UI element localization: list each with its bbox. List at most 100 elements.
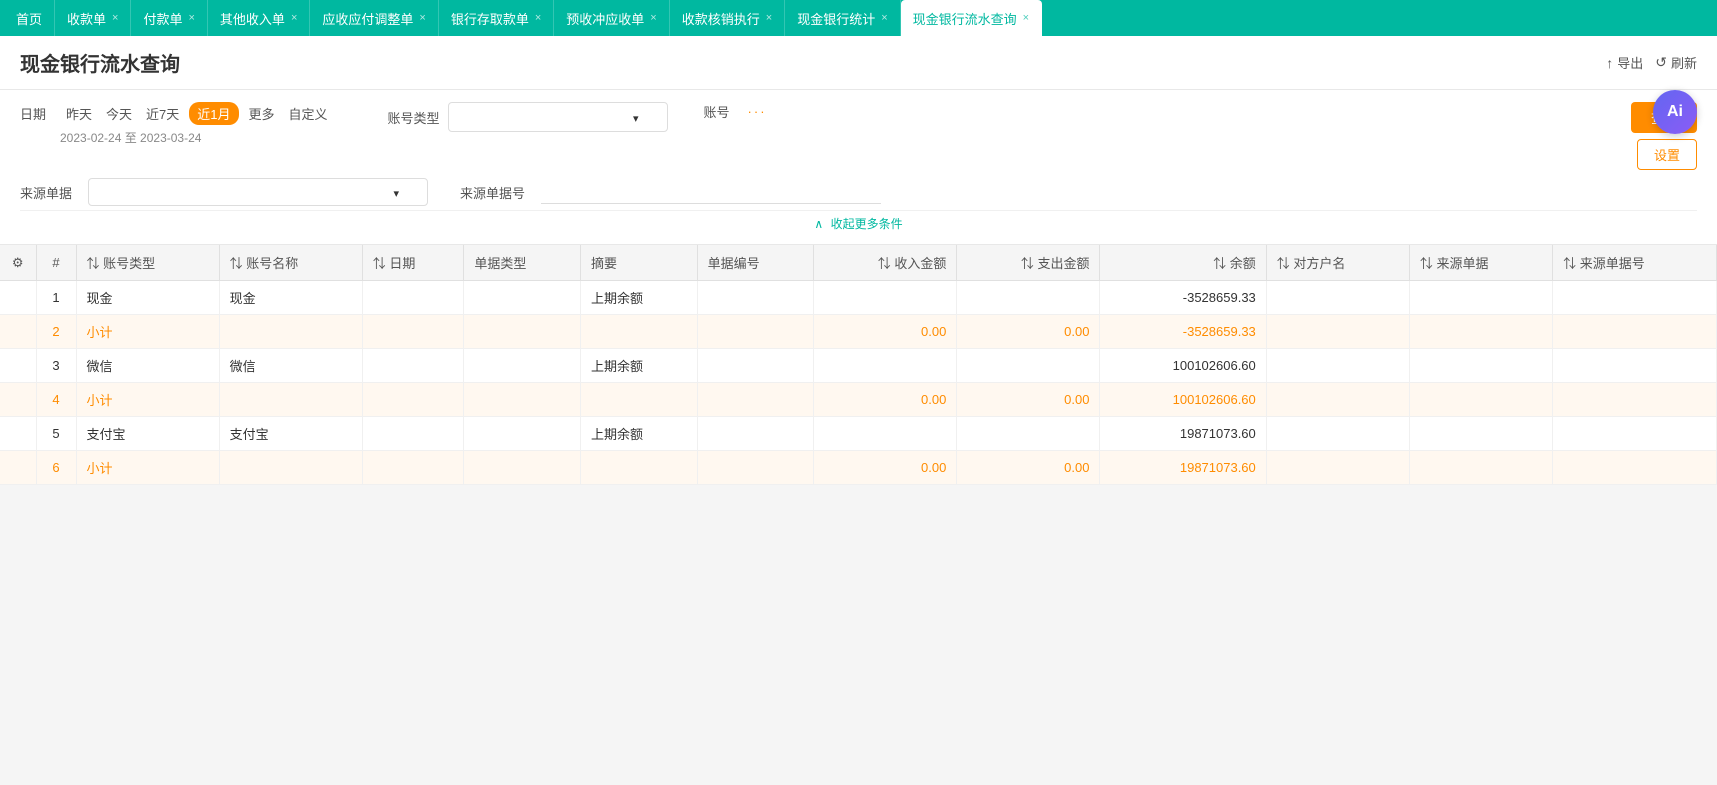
account-type-select[interactable] bbox=[448, 102, 668, 132]
nav-other-income-close[interactable]: × bbox=[291, 12, 297, 24]
table-row: 4小计0.000.00100102606.60 bbox=[0, 383, 1717, 417]
export-button[interactable]: ↑ 导出 bbox=[1606, 53, 1643, 72]
col-source-doc-no[interactable]: ⇅ 来源单据号 bbox=[1553, 245, 1717, 281]
col-no: # bbox=[36, 245, 76, 281]
data-table: ⚙ # ⇅ 账号类型 ⇅ 账号名称 ⇅ 日期 单据类型 摘要 单据编号 ⇅ 收入… bbox=[0, 245, 1717, 485]
cell-account-name: 现金 bbox=[219, 281, 362, 315]
cell-date bbox=[362, 451, 464, 485]
cell-counterparty bbox=[1266, 383, 1409, 417]
date-option-yesterday[interactable]: 昨天 bbox=[62, 102, 96, 125]
col-source-doc[interactable]: ⇅ 来源单据 bbox=[1409, 245, 1552, 281]
cell-source-doc-no bbox=[1553, 315, 1717, 349]
nav-receipt-close[interactable]: × bbox=[112, 12, 118, 24]
nav-receipt[interactable]: 收款单 × bbox=[55, 0, 131, 36]
col-account-type[interactable]: ⇅ 账号类型 bbox=[76, 245, 219, 281]
cell-summary bbox=[581, 315, 698, 349]
col-balance[interactable]: ⇅ 余额 bbox=[1100, 245, 1266, 281]
col-expense[interactable]: ⇅ 支出金额 bbox=[957, 245, 1100, 281]
nav-cash-stats[interactable]: 现金银行统计 × bbox=[785, 0, 900, 36]
col-counterparty[interactable]: ⇅ 对方户名 bbox=[1266, 245, 1409, 281]
col-doc-no: 单据编号 bbox=[697, 245, 814, 281]
col-settings[interactable]: ⚙ bbox=[0, 245, 36, 281]
date-option-7days[interactable]: 近7天 bbox=[142, 102, 183, 125]
export-icon: ↑ bbox=[1606, 55, 1613, 71]
cell-expense: 0.00 bbox=[957, 315, 1100, 349]
table-row: 5支付宝支付宝上期余额19871073.60 bbox=[0, 417, 1717, 451]
cell-summary: 上期余额 bbox=[581, 349, 698, 383]
cell-doc-type bbox=[464, 281, 581, 315]
ai-assistant-button[interactable]: Ai bbox=[1653, 90, 1697, 134]
collapse-filter-bar[interactable]: ∧ 收起更多条件 bbox=[20, 210, 1697, 236]
cell-balance: -3528659.33 bbox=[1100, 315, 1266, 349]
cell-source-doc bbox=[1409, 383, 1552, 417]
refresh-button[interactable]: ↺ 刷新 bbox=[1655, 53, 1697, 72]
date-range-display: 2023-02-24 至 2023-03-24 bbox=[60, 131, 201, 145]
cell-expense: 0.00 bbox=[957, 451, 1100, 485]
account-ellipsis[interactable]: ··· bbox=[748, 104, 767, 119]
source-doc-select[interactable] bbox=[88, 178, 428, 206]
date-option-1month[interactable]: 近1月 bbox=[189, 102, 238, 125]
nav-adjustment-close[interactable]: × bbox=[419, 12, 425, 24]
col-summary: 摘要 bbox=[581, 245, 698, 281]
nav-bank-deposit-label: 银行存取款单 bbox=[451, 9, 529, 28]
nav-cash-flow[interactable]: 现金银行流水查询 × bbox=[901, 0, 1042, 36]
cell-expense bbox=[957, 349, 1100, 383]
nav-home-label: 首页 bbox=[16, 9, 42, 28]
settings-button[interactable]: 设置 bbox=[1637, 139, 1697, 170]
nav-payment-close[interactable]: × bbox=[188, 12, 194, 24]
col-account-name[interactable]: ⇅ 账号名称 bbox=[219, 245, 362, 281]
cell-source-doc bbox=[1409, 349, 1552, 383]
cell-date bbox=[362, 349, 464, 383]
cell-income bbox=[814, 349, 957, 383]
cell-account-name bbox=[219, 451, 362, 485]
cell-no: 6 bbox=[36, 451, 76, 485]
cell-counterparty bbox=[1266, 417, 1409, 451]
nav-cash-flow-close[interactable]: × bbox=[1023, 12, 1029, 24]
nav-bank-deposit-close[interactable]: × bbox=[535, 12, 541, 24]
cell-no: 2 bbox=[36, 315, 76, 349]
refresh-icon: ↺ bbox=[1655, 54, 1667, 71]
col-income[interactable]: ⇅ 收入金额 bbox=[814, 245, 957, 281]
date-option-more[interactable]: 更多 bbox=[245, 102, 279, 125]
cell-account-name: 微信 bbox=[219, 349, 362, 383]
nav-verify-close[interactable]: × bbox=[766, 12, 772, 24]
cell-balance: 100102606.60 bbox=[1100, 349, 1266, 383]
date-option-today[interactable]: 今天 bbox=[102, 102, 136, 125]
cell-income bbox=[814, 417, 957, 451]
cell-counterparty bbox=[1266, 451, 1409, 485]
cell-doc-no bbox=[697, 281, 814, 315]
nav-other-income[interactable]: 其他收入单 × bbox=[208, 0, 310, 36]
cell-no: 3 bbox=[36, 349, 76, 383]
table-body: 1现金现金上期余额-3528659.332小计0.000.00-3528659.… bbox=[0, 281, 1717, 485]
cell-gear bbox=[0, 281, 36, 315]
nav-adjustment[interactable]: 应收应付调整单 × bbox=[310, 0, 438, 36]
source-doc-no-label: 来源单据号 bbox=[460, 183, 525, 202]
cell-income: 0.00 bbox=[814, 315, 957, 349]
nav-prepay[interactable]: 预收冲应收单 × bbox=[554, 0, 669, 36]
cell-doc-no bbox=[697, 315, 814, 349]
cell-doc-type bbox=[464, 451, 581, 485]
nav-verify[interactable]: 收款核销执行 × bbox=[670, 0, 785, 36]
cell-account-type: 小计 bbox=[76, 451, 219, 485]
cell-summary bbox=[581, 383, 698, 417]
top-navigation: 首页 收款单 × 付款单 × 其他收入单 × 应收应付调整单 × 银行存取款单 … bbox=[0, 0, 1717, 36]
col-date[interactable]: ⇅ 日期 bbox=[362, 245, 464, 281]
cell-expense bbox=[957, 281, 1100, 315]
nav-home[interactable]: 首页 bbox=[4, 0, 55, 36]
cell-date bbox=[362, 417, 464, 451]
source-doc-chevron bbox=[393, 185, 399, 200]
table-area: ⚙ # ⇅ 账号类型 ⇅ 账号名称 ⇅ 日期 单据类型 摘要 单据编号 ⇅ 收入… bbox=[0, 245, 1717, 485]
collapse-up-icon: ∧ bbox=[814, 217, 823, 231]
nav-payment[interactable]: 付款单 × bbox=[131, 0, 207, 36]
nav-cash-stats-close[interactable]: × bbox=[881, 12, 887, 24]
export-label: 导出 bbox=[1617, 53, 1643, 72]
source-doc-no-input[interactable] bbox=[541, 180, 881, 204]
date-option-custom[interactable]: 自定义 bbox=[285, 102, 332, 125]
collapse-label: 收起更多条件 bbox=[831, 217, 903, 231]
cell-income: 0.00 bbox=[814, 383, 957, 417]
nav-bank-deposit[interactable]: 银行存取款单 × bbox=[439, 0, 554, 36]
nav-prepay-close[interactable]: × bbox=[650, 12, 656, 24]
cell-source-doc-no bbox=[1553, 383, 1717, 417]
cell-account-name bbox=[219, 383, 362, 417]
cell-counterparty bbox=[1266, 281, 1409, 315]
